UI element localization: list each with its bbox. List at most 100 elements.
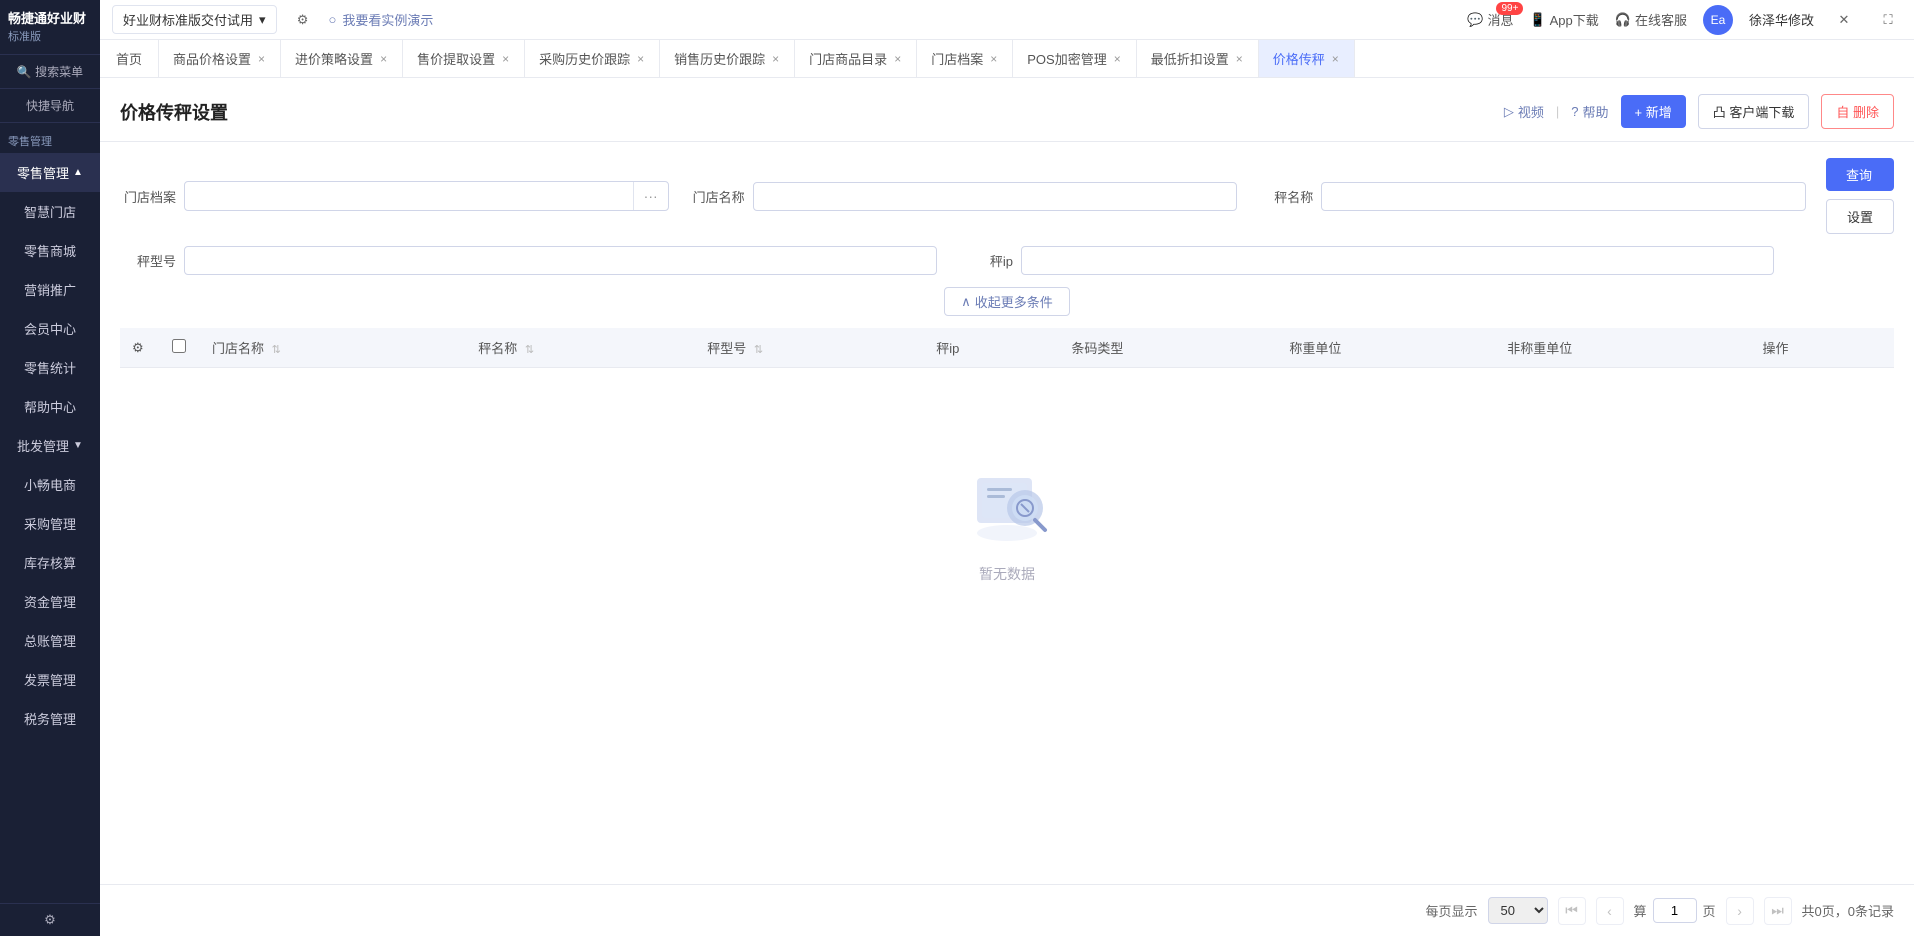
collapse-btn[interactable]: ∧ 收起更多条件 <box>944 287 1070 316</box>
tab-pos-management[interactable]: POS加密管理 × <box>1013 40 1136 78</box>
help-label: 帮助中心 <box>24 400 76 415</box>
th-weight-unit: 称重单位 <box>1277 328 1495 368</box>
tab-close-icon[interactable]: × <box>257 51 266 67</box>
tab-purchase-strategy[interactable]: 进价策略设置 × <box>281 40 403 78</box>
main-area: 好业财标准版交付试用 ▾ ⚙ ○ 我要看实例演示 💬 消息 99+ 📱 App下… <box>100 0 1914 936</box>
sidebar-item-inventory[interactable]: 库存核算 <box>0 543 100 582</box>
tab-close-icon[interactable]: × <box>501 51 510 67</box>
tab-close-icon[interactable]: × <box>893 51 902 67</box>
sidebar-search[interactable]: 🔍 搜索菜单 <box>0 55 100 89</box>
demo-link[interactable]: ○ 我要看实例演示 <box>329 10 434 29</box>
select-all-checkbox[interactable] <box>172 339 186 353</box>
th-checkbox <box>160 328 200 368</box>
scale-model-label: 秤型号 <box>120 251 176 270</box>
tab-close-icon[interactable]: × <box>771 51 780 67</box>
page-header: 价格传秤设置 ▷ 视频 | ? 帮助 + 新增 凸 客户端下载 自 <box>100 78 1914 142</box>
message-btn[interactable]: 💬 消息 99+ <box>1467 10 1513 29</box>
scale-model-input[interactable] <box>184 246 937 275</box>
topbar-settings-btn[interactable]: ⚙ <box>289 6 317 34</box>
tab-close-icon[interactable]: × <box>1235 51 1244 67</box>
user-avatar[interactable]: Ea <box>1703 5 1733 35</box>
window-close-btn[interactable]: ✕ <box>1830 6 1858 34</box>
sidebar-quick-nav[interactable]: 快捷导航 <box>0 89 100 123</box>
tab-min-discount[interactable]: 最低折扣设置 × <box>1137 40 1259 78</box>
th-store-name[interactable]: 门店名称 ⇅ <box>200 328 466 368</box>
query-button[interactable]: 查询 <box>1826 158 1894 191</box>
sidebar-settings[interactable]: ⚙ <box>0 903 100 936</box>
tab-close-icon[interactable]: × <box>989 51 998 67</box>
table-head: ⚙ 门店名称 ⇅ 秤名称 ⇅ <box>120 328 1894 368</box>
add-button[interactable]: + 新增 <box>1621 95 1686 128</box>
message-icon: 💬 <box>1467 12 1483 28</box>
th-scale-name[interactable]: 秤名称 ⇅ <box>466 328 695 368</box>
sort-icon: ⇅ <box>272 344 281 356</box>
add-btn-label: + 新增 <box>1635 102 1672 121</box>
tab-close-icon[interactable]: × <box>636 51 645 67</box>
store-file-input[interactable] <box>185 183 633 210</box>
retail-stats-label: 零售统计 <box>24 361 76 376</box>
online-service-btn[interactable]: 🎧 在线客服 <box>1615 10 1687 29</box>
tab-store-catalog-label: 门店商品目录 <box>809 49 887 68</box>
app-logo-text: 畅捷通好业财 <box>8 10 92 28</box>
sidebar-item-invoice[interactable]: 发票管理 <box>0 660 100 699</box>
tab-store-file[interactable]: 门店档案 × <box>917 40 1013 78</box>
version-selector[interactable]: 好业财标准版交付试用 ▾ <box>112 5 277 34</box>
sidebar-item-purchase[interactable]: 采购管理 <box>0 504 100 543</box>
sidebar-item-tax[interactable]: 税务管理 <box>0 699 100 738</box>
sidebar-item-member[interactable]: 会员中心 <box>0 309 100 348</box>
tab-home[interactable]: 首页 <box>100 40 159 78</box>
last-page-btn[interactable]: ⏭ <box>1764 897 1792 925</box>
tab-purchase-history[interactable]: 采购历史价跟踪 × <box>525 40 660 78</box>
separator: | <box>1556 104 1559 119</box>
help-label: 帮助 <box>1583 102 1609 121</box>
scale-name-input[interactable] <box>1321 182 1806 211</box>
retail-mall-label: 零售商城 <box>24 244 76 259</box>
table-area: ⚙ 门店名称 ⇅ 秤名称 ⇅ <box>100 328 1914 884</box>
settings-icon[interactable]: ⚙ <box>132 340 144 355</box>
play-icon: ▷ <box>1504 104 1514 120</box>
window-max-btn[interactable]: ⛶ <box>1874 6 1902 34</box>
sidebar-item-xiaochang[interactable]: 小畅电商 <box>0 465 100 504</box>
store-name-input[interactable] <box>753 182 1238 211</box>
delete-button[interactable]: 自 删除 <box>1821 94 1894 129</box>
tab-price-scale[interactable]: 价格传秤 × <box>1259 40 1355 78</box>
next-page-btn[interactable]: › <box>1726 897 1754 925</box>
tab-close-icon[interactable]: × <box>379 51 388 67</box>
sidebar-item-finance[interactable]: 资金管理 <box>0 582 100 621</box>
per-page-select[interactable]: 20 50 100 200 <box>1488 897 1548 924</box>
tab-close-icon[interactable]: × <box>1331 51 1340 67</box>
user-name-label[interactable]: 徐泽华修改 <box>1749 10 1814 29</box>
first-page-btn[interactable]: ⏮ <box>1558 897 1586 925</box>
settings-search-button[interactable]: 设置 <box>1826 199 1894 234</box>
sidebar-item-retail-stats[interactable]: 零售统计 <box>0 348 100 387</box>
scale-name-field: 秤名称 <box>1257 182 1806 211</box>
sidebar-item-general-ledger[interactable]: 总账管理 <box>0 621 100 660</box>
sidebar-item-retail[interactable]: 零售管理 ▲ <box>0 153 100 192</box>
tax-label: 税务管理 <box>24 712 76 727</box>
tab-sale-price[interactable]: 售价提取设置 × <box>403 40 525 78</box>
query-btn-label: 查询 <box>1846 165 1872 184</box>
tab-close-icon[interactable]: × <box>1113 51 1122 67</box>
app-download-btn[interactable]: 📱 App下载 <box>1529 10 1598 29</box>
th-scale-model[interactable]: 秤型号 ⇅ <box>695 328 924 368</box>
wholesale-label: 批发管理 <box>17 436 69 455</box>
chevron-up-icon: ▲ <box>73 167 83 178</box>
video-label: 视频 <box>1518 102 1544 121</box>
store-file-ellipsis-btn[interactable]: ··· <box>633 182 668 210</box>
sidebar-item-help[interactable]: 帮助中心 <box>0 387 100 426</box>
page-input[interactable] <box>1653 898 1697 923</box>
tab-sale-history[interactable]: 销售历史价跟踪 × <box>660 40 795 78</box>
page-label: 算 <box>1634 901 1647 920</box>
sidebar-item-smart-store[interactable]: 智慧门店 <box>0 192 100 231</box>
help-link[interactable]: ? 帮助 <box>1571 102 1608 121</box>
prev-page-btn[interactable]: ‹ <box>1596 897 1624 925</box>
sidebar-item-marketing[interactable]: 营销推广 <box>0 270 100 309</box>
tab-store-catalog[interactable]: 门店商品目录 × <box>795 40 917 78</box>
sidebar-item-retail-mall[interactable]: 零售商城 <box>0 231 100 270</box>
video-link[interactable]: ▷ 视频 <box>1504 102 1544 121</box>
scale-ip-input[interactable] <box>1021 246 1774 275</box>
sidebar-item-wholesale[interactable]: 批发管理 ▼ <box>0 426 100 465</box>
tab-commodity-price[interactable]: 商品价格设置 × <box>159 40 281 78</box>
store-name-label: 门店名称 <box>689 187 745 206</box>
download-button[interactable]: 凸 客户端下载 <box>1698 94 1810 129</box>
